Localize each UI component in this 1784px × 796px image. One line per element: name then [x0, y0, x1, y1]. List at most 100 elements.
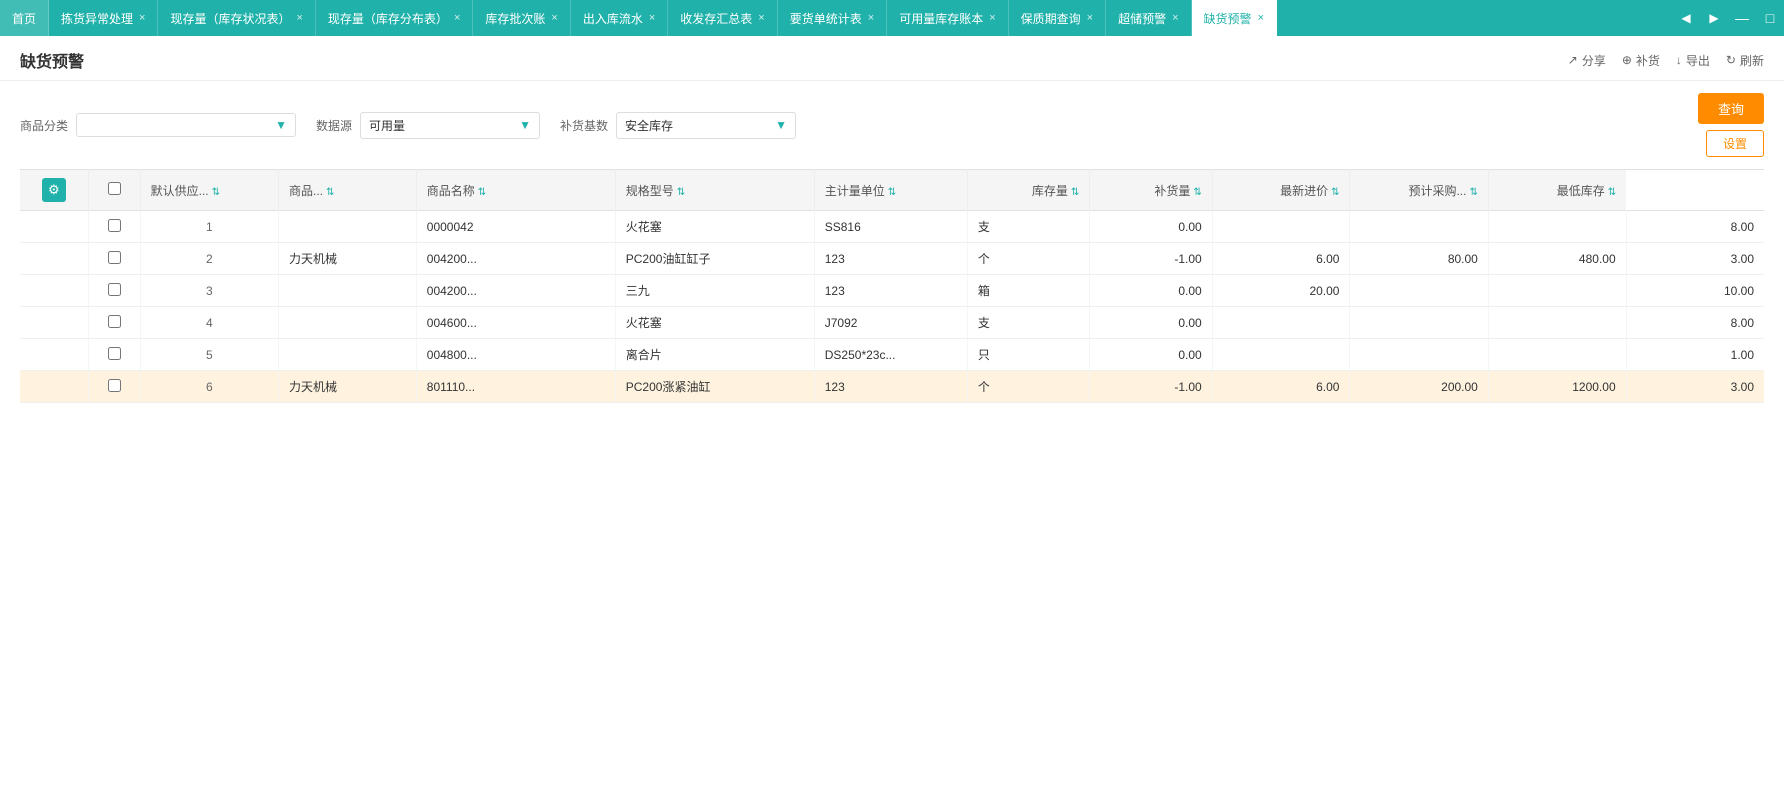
sort-name-icon[interactable]: ⇅	[478, 187, 486, 198]
sort-min-icon[interactable]: ⇅	[1608, 187, 1616, 198]
col-header-code: 商品...⇅	[279, 170, 417, 211]
page-header: 缺货预警 ↗ 分享 ⊕ 补货 ↓ 导出 ↻ 刷新	[0, 36, 1784, 81]
export-icon: ↓	[1676, 53, 1682, 67]
row-unit: 支	[967, 307, 1089, 339]
replenish-btn[interactable]: ⊕ 补货	[1622, 52, 1660, 69]
tab-label: 缺货预警	[1204, 10, 1252, 27]
row-name: PC200涨紧油缸	[615, 371, 814, 403]
row-code: 004600...	[416, 307, 615, 339]
row-supplier	[279, 307, 417, 339]
row-checkbox-cell[interactable]	[88, 371, 140, 403]
row-unit: 支	[967, 211, 1089, 243]
table-row: 4 004600... 火花塞 J7092 支 0.00 8.00	[20, 307, 1764, 339]
row-checkbox[interactable]	[108, 379, 121, 392]
settings-gear-icon[interactable]: ⚙	[42, 178, 66, 202]
sort-code-icon[interactable]: ⇅	[326, 187, 334, 198]
row-checkbox-cell[interactable]	[88, 307, 140, 339]
row-stock: 0.00	[1090, 307, 1212, 339]
tab-close-icon[interactable]: ×	[868, 12, 874, 24]
tab-available-ledger[interactable]: 可用量库存账本×	[887, 0, 1008, 36]
query-button[interactable]: 查询	[1698, 93, 1764, 124]
row-checkbox[interactable]	[108, 219, 121, 232]
tab-label: 现存量（库存分布表）	[328, 10, 448, 27]
row-code: 0000042	[416, 211, 615, 243]
tab-shortage[interactable]: 缺货预警 ×	[1192, 0, 1277, 36]
row-spec: 123	[814, 275, 967, 307]
replenish-base-select[interactable]: 安全库存 ▼	[616, 112, 796, 139]
filter-right-buttons: 查询 设置	[1698, 93, 1764, 157]
settings-button[interactable]: 设置	[1706, 130, 1764, 157]
select-all-checkbox[interactable]	[108, 182, 121, 195]
tab-prev-btn[interactable]: ◀	[1672, 0, 1700, 36]
tab-inout-flow[interactable]: 出入库流水×	[571, 0, 668, 36]
category-label: 商品分类	[20, 117, 68, 134]
row-checkbox[interactable]	[108, 347, 121, 360]
tab-close-icon[interactable]: ×	[551, 12, 557, 24]
sort-plan-icon[interactable]: ⇅	[1469, 187, 1477, 198]
row-num: 4	[140, 307, 278, 339]
col-header-settings[interactable]: ⚙	[20, 170, 88, 211]
tab-close-icon[interactable]: ×	[296, 12, 302, 24]
sort-unit-icon[interactable]: ⇅	[888, 187, 896, 198]
tab-overstock[interactable]: 超储预警×	[1106, 0, 1191, 36]
sort-stock-icon[interactable]: ⇅	[1071, 187, 1079, 198]
tab-inventory-dist[interactable]: 现存量（库存分布表） ×	[316, 0, 473, 36]
tab-next-btn[interactable]: ▶	[1700, 0, 1728, 36]
row-checkbox[interactable]	[108, 251, 121, 264]
table-row: 3 004200... 三九 123 箱 0.00 20.00 10.00	[20, 275, 1764, 307]
sort-supplier-icon[interactable]: ⇅	[212, 187, 220, 198]
tab-expiry-query[interactable]: 保质期查询×	[1009, 0, 1106, 36]
row-stock: 0.00	[1090, 211, 1212, 243]
row-checkbox-cell[interactable]	[88, 211, 140, 243]
sort-replenish-icon[interactable]: ⇅	[1193, 187, 1201, 198]
row-checkbox-cell[interactable]	[88, 275, 140, 307]
table-row: 2 力天机械 004200... PC200油缸缸子 123 个 -1.00 6…	[20, 243, 1764, 275]
tab-close-icon[interactable]: ×	[139, 12, 145, 24]
table-header-row: ⚙ 默认供应...⇅ 商品...⇅ 商品名称⇅ 规格型号⇅	[20, 170, 1764, 211]
row-checkbox[interactable]	[108, 315, 121, 328]
tab-close-icon[interactable]: ×	[649, 12, 655, 24]
sort-price-icon[interactable]: ⇅	[1331, 187, 1339, 198]
tab-close-icon[interactable]: ×	[989, 12, 995, 24]
tab-bar: 首页拣货异常处理×现存量（库存状况表）×现存量（库存分布表）×库存批次账×出入库…	[0, 0, 1784, 36]
tab-batch-account[interactable]: 库存批次账 ×	[473, 0, 570, 36]
tab-close-icon[interactable]: ×	[454, 12, 460, 24]
row-spec: DS250*23c...	[814, 339, 967, 371]
tab-maximize-btn[interactable]: □	[1756, 0, 1784, 36]
sort-spec-icon[interactable]: ⇅	[677, 187, 685, 198]
tab-close-icon[interactable]: ×	[1087, 12, 1093, 24]
tab-close-icon[interactable]: ×	[1172, 12, 1178, 24]
row-checkbox-cell[interactable]	[88, 339, 140, 371]
tab-inventory-status[interactable]: 现存量（库存状况表） ×	[158, 0, 315, 36]
tab-receipt-summary[interactable]: 收发存汇总表×	[668, 0, 777, 36]
row-supplier: 力天机械	[279, 371, 417, 403]
share-btn[interactable]: ↗ 分享	[1568, 52, 1606, 69]
tab-label: 库存批次账	[485, 10, 545, 27]
row-settings-cell	[20, 371, 88, 403]
tab-close-icon[interactable]: ×	[758, 12, 764, 24]
row-checkbox[interactable]	[108, 283, 121, 296]
tab-close-icon[interactable]: ×	[1258, 12, 1264, 24]
tab-home[interactable]: 首页	[0, 0, 49, 36]
row-unit: 个	[967, 243, 1089, 275]
row-num: 2	[140, 243, 278, 275]
row-num: 3	[140, 275, 278, 307]
datasource-select[interactable]: 可用量 ▼	[360, 112, 540, 139]
tab-anomaly[interactable]: 拣货异常处理×	[49, 0, 158, 36]
tab-label: 现存量（库存状况表）	[170, 10, 290, 27]
row-latest-price	[1350, 307, 1488, 339]
tab-minimize-btn[interactable]: —	[1728, 0, 1756, 36]
col-header-checkbox[interactable]	[88, 170, 140, 211]
replenish-icon: ⊕	[1622, 53, 1632, 67]
tab-demand-stats[interactable]: 要货单统计表×	[778, 0, 887, 36]
refresh-btn[interactable]: ↻ 刷新	[1726, 52, 1764, 69]
export-btn[interactable]: ↓ 导出	[1676, 52, 1710, 69]
row-checkbox-cell[interactable]	[88, 243, 140, 275]
refresh-icon: ↻	[1726, 53, 1736, 67]
row-settings-cell	[20, 339, 88, 371]
col-header-supplier: 默认供应...⇅	[140, 170, 278, 211]
row-plan-purchase	[1488, 275, 1626, 307]
category-select[interactable]: ▼	[76, 113, 296, 137]
col-header-stock: 库存量⇅	[967, 170, 1089, 211]
col-header-replenish: 补货量⇅	[1090, 170, 1212, 211]
